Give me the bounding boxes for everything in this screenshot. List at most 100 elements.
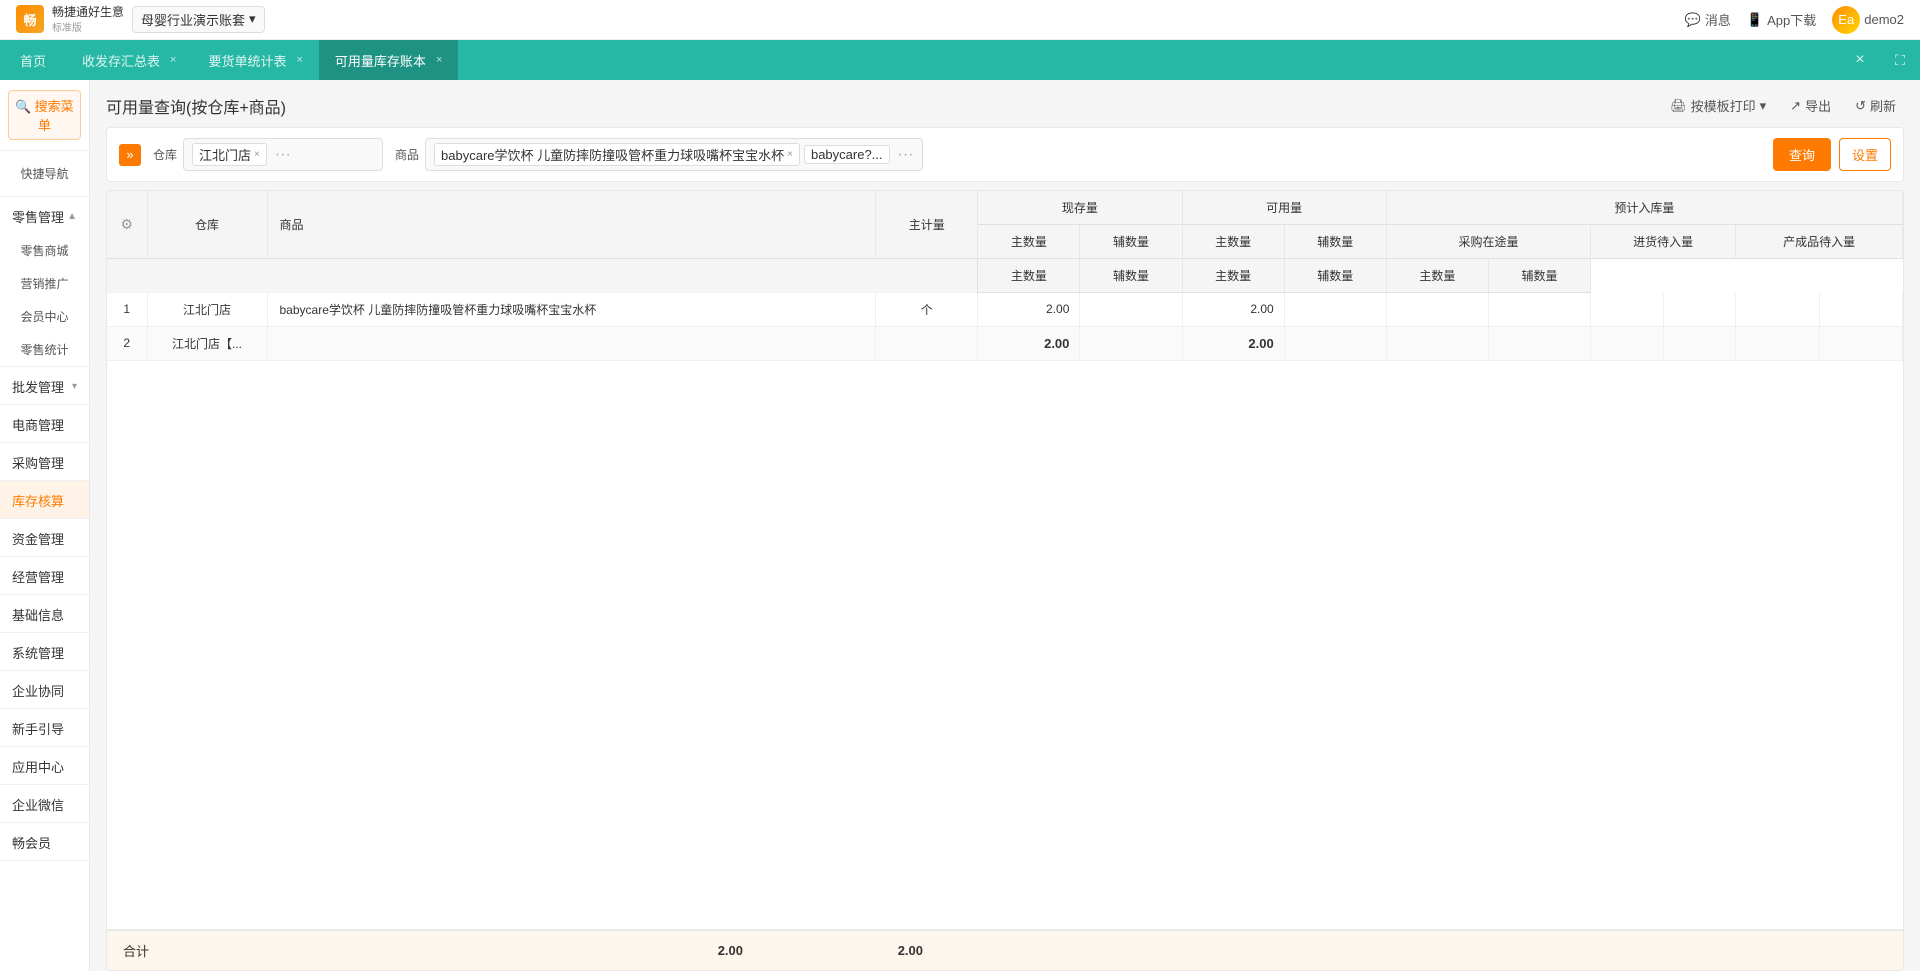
table-header-row-3: 主数量 辅数量 主数量 辅数量 主数量 辅数量 [107,259,1903,293]
industry-selector[interactable]: 母婴行业演示账套 ▾ [132,6,265,33]
tab-order-stats[interactable]: 要货单统计表 × [192,40,318,80]
finance-label: 资金管理 [12,529,64,548]
refresh-label: 刷新 [1870,96,1896,115]
query-btn[interactable]: 查询 [1773,138,1831,171]
appcenter-label: 应用中心 [12,757,64,776]
quick-nav-btn[interactable]: 快捷导航 [8,159,81,188]
th-empty-spacer [107,259,978,293]
wholesale-label: 批发管理 [12,377,64,396]
table-scroll[interactable]: ⚙ 仓库 商品 主计量 现存量 可用量 预计入库量 主数量 辅数量 [107,191,1903,929]
footer-label: 合计 [123,941,643,960]
td-purchased-aux-1 [1488,293,1590,327]
td-incoming-aux-1 [1663,293,1736,327]
sidebar-section-basic-header[interactable]: 基础信息 [0,595,89,632]
sidebar-section-appcenter: 应用中心 [0,747,89,785]
basic-label: 基础信息 [12,605,64,624]
retail-section-arrow: ▲ [67,211,77,222]
td-product-1: babycare学饮杯 儿童防摔防撞吸管杯重力球吸嘴杯宝宝水杯 [267,293,876,327]
nav-expand-btn[interactable]: ⛶ [1880,40,1920,80]
export-btn[interactable]: ↗ 导出 [1782,92,1839,119]
sidebar-section-purchase: 采购管理 [0,443,89,481]
filter-expand-btn[interactable]: » [119,144,141,166]
inventory-label: 库存核算 [12,491,64,510]
sidebar-section-system-header[interactable]: 系统管理 [0,633,89,670]
user-info[interactable]: Ea demo2 [1832,6,1904,34]
tab-home[interactable]: 首页 [0,40,66,80]
sidebar-item-members[interactable]: 会员中心 [0,300,89,333]
sidebar-section-finance: 资金管理 [0,519,89,557]
warehouse-tag-close[interactable]: × [254,149,260,160]
tab-available-stock[interactable]: 可用量库存账本 × [319,40,458,80]
sidebar-section-wechat-header[interactable]: 企业微信 [0,785,89,822]
tab-receipts[interactable]: 收发存汇总表 × [66,40,192,80]
home-tab-label: 首页 [20,51,46,70]
th-avail-main: 主数量 [1182,225,1284,259]
top-bar: 畅 畅捷通好生意 标准版 母婴行业演示账套 ▾ 💬 消息 📱 App下载 Ea … [0,0,1920,40]
avatar: Ea [1832,6,1860,34]
sidebar-section-retail-header[interactable]: 零售管理 ▲ [0,197,89,234]
sidebar-section-operations-header[interactable]: 经营管理 [0,557,89,594]
td-incoming-aux-2 [1663,326,1736,360]
sidebar-section-member-header[interactable]: 畅会员 [0,823,89,860]
message-btn[interactable]: 💬 消息 [1685,10,1731,29]
th-incoming-pending: 进货待入量 [1591,225,1736,259]
refresh-icon: ↺ [1855,98,1866,114]
sidebar-section-ecommerce-header[interactable]: 电商管理 [0,405,89,442]
td-production-main-2 [1736,326,1819,360]
td-warehouse-1: 江北门店 [147,293,267,327]
available-stock-tab-close[interactable]: × [436,54,442,66]
product-tag-1: babycare学饮杯 儿童防摔防撞吸管杯重力球吸嘴杯宝宝水杯 × [434,143,800,166]
order-stats-tab-close[interactable]: × [296,54,302,66]
sidebar-section-purchase-header[interactable]: 采购管理 [0,443,89,480]
th-available: 可用量 [1182,191,1386,225]
sidebar-item-retail-mall[interactable]: 零售商城 [0,234,89,267]
export-label: 导出 [1805,96,1831,115]
table-subtotal-row: 2 江北门店【... 2.00 2.00 [107,326,1903,360]
product-input-area[interactable]: babycare学饮杯 儿童防摔防撞吸管杯重力球吸嘴杯宝宝水杯 × babyca… [425,138,922,171]
operations-label: 经营管理 [12,567,64,586]
sidebar-section-newguide-header[interactable]: 新手引导 [0,709,89,746]
sidebar-section-wholesale-header[interactable]: 批发管理 ▾ [0,367,89,404]
enterprise-label: 企业协同 [12,681,64,700]
table-body: 1 江北门店 babycare学饮杯 儿童防摔防撞吸管杯重力球吸嘴杯宝宝水杯 个… [107,293,1903,361]
th-settings[interactable]: ⚙ [107,191,147,259]
th-incoming-main: 主数量 [1182,259,1284,293]
search-menu-btn[interactable]: 🔍 搜索菜单 [8,90,81,140]
refresh-btn[interactable]: ↺ 刷新 [1847,92,1904,119]
settings-btn[interactable]: 设置 [1839,138,1891,171]
product-tag-2-label: babycare?... [811,147,883,162]
gear-icon[interactable]: ⚙ [120,216,133,232]
th-purchased-transit: 采购在途量 [1386,225,1590,259]
sidebar-item-retail-stats[interactable]: 零售统计 [0,333,89,366]
product-tag-1-close[interactable]: × [787,149,793,160]
system-label: 系统管理 [12,643,64,662]
td-warehouse-2: 江北门店【... [147,326,267,360]
product-tag-2: babycare?... [804,145,890,164]
search-icon: 🔍 [15,99,31,114]
sidebar-section-inventory: 库存核算 [0,481,89,519]
top-bar-left: 畅 畅捷通好生意 标准版 母婴行业演示账套 ▾ [16,5,265,34]
sidebar-item-marketing[interactable]: 营销推广 [0,267,89,300]
th-purchased-main: 主数量 [978,259,1080,293]
nav-close-btn[interactable]: × [1840,40,1880,80]
newguide-label: 新手引导 [12,719,64,738]
username: demo2 [1864,12,1904,27]
mobile-icon: 📱 [1747,12,1763,28]
sidebar: 🔍 搜索菜单 快捷导航 零售管理 ▲ 零售商城 营销推广 会员中心 零售统计 批… [0,80,90,971]
warehouse-filter-dots[interactable]: ··· [275,146,291,164]
th-current-stock: 现存量 [978,191,1182,225]
receipts-tab-close[interactable]: × [170,54,176,66]
app-download-btn[interactable]: 📱 App下载 [1747,10,1816,29]
template-print-btn[interactable]: 🖨 按模板打印 ▾ [1662,92,1774,119]
sidebar-section-appcenter-header[interactable]: 应用中心 [0,747,89,784]
sidebar-section-enterprise-header[interactable]: 企业协同 [0,671,89,708]
product-filter-dots[interactable]: ··· [898,146,914,164]
warehouse-input-area[interactable]: 江北门店 × ··· [183,138,383,171]
td-purchased-aux-2 [1488,326,1590,360]
warehouse-tag-label: 江北门店 [199,145,251,164]
sidebar-section-finance-header[interactable]: 资金管理 [0,519,89,556]
td-production-aux-2 [1819,326,1902,360]
th-planned-inbound: 预计入库量 [1386,191,1902,225]
sidebar-section-inventory-header[interactable]: 库存核算 [0,481,89,518]
td-avail-aux-2 [1284,326,1386,360]
